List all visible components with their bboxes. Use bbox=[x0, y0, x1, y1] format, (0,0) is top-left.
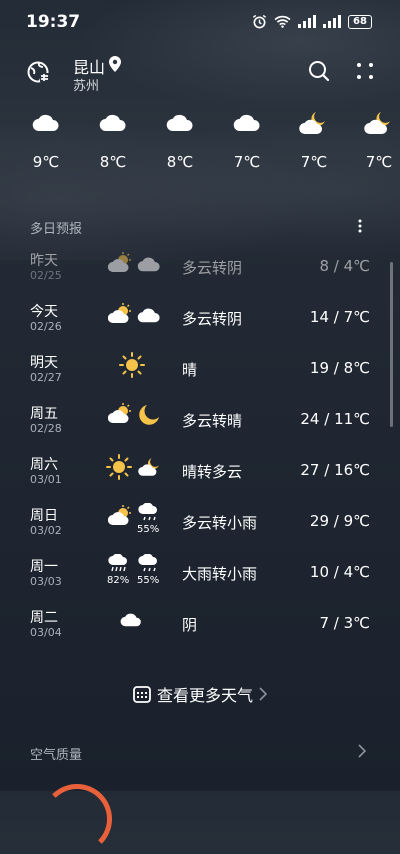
signal-icon bbox=[298, 15, 316, 28]
more-vertical-icon[interactable] bbox=[357, 219, 363, 233]
partly-cloudy-icon bbox=[108, 403, 131, 424]
city-manage-icon[interactable] bbox=[26, 60, 50, 84]
forecast-row[interactable]: 周五 02/28 多云转晴 24 / 11℃ bbox=[0, 403, 400, 454]
forecast-day: 今天 bbox=[30, 304, 58, 320]
forecast-date: 02/26 bbox=[30, 320, 62, 333]
moon-icon bbox=[139, 405, 159, 425]
more-options-icon[interactable] bbox=[356, 62, 374, 80]
region-name: 苏州 bbox=[73, 79, 100, 94]
forecast-date: 02/25 bbox=[30, 269, 62, 282]
partly-cloudy-icon bbox=[108, 252, 131, 273]
forecast-desc: 晴转多云 bbox=[182, 463, 243, 481]
forecast-desc: 多云转阴 bbox=[182, 310, 243, 328]
battery-icon: 68 bbox=[348, 14, 372, 29]
location-pin-icon bbox=[109, 56, 121, 72]
hourly-item: 9℃ bbox=[16, 106, 76, 171]
forecast-date: 03/02 bbox=[30, 524, 62, 537]
calendar-icon bbox=[133, 686, 151, 703]
sunny-icon bbox=[119, 352, 145, 378]
forecast-temp: 27 / 16℃ bbox=[300, 461, 370, 479]
forecast-row[interactable]: 明天 02/27 晴 19 / 8℃ bbox=[0, 352, 400, 403]
cloudy-night-icon bbox=[299, 112, 325, 135]
forecast-temp: 14 / 7℃ bbox=[309, 308, 370, 326]
location-header: 昆山 苏州 bbox=[0, 52, 400, 94]
sunny-icon bbox=[106, 454, 132, 480]
forecast-day: 周一 bbox=[30, 559, 58, 575]
forecast-row[interactable]: 今天 02/26 多云转阴 14 / 7℃ bbox=[0, 301, 400, 352]
forecast-row[interactable]: 周二 03/04 阴 7 / 3℃ bbox=[0, 607, 400, 658]
forecast-desc: 大雨转小雨 bbox=[182, 565, 258, 583]
cloudy-icon bbox=[137, 308, 160, 323]
heavy-rain-icon bbox=[108, 554, 127, 572]
status-bar: 19:37 68 bbox=[0, 0, 400, 44]
forecast-desc: 阴 bbox=[182, 616, 198, 634]
forecast-date: 03/01 bbox=[30, 473, 62, 486]
forecast-desc: 多云转阴 bbox=[182, 259, 243, 277]
forecast-date: 03/04 bbox=[30, 626, 62, 639]
forecast-date: 02/28 bbox=[30, 422, 62, 435]
hourly-item: 7℃ bbox=[284, 106, 344, 171]
hourly-item: 8℃ bbox=[150, 106, 210, 171]
hourly-temp: 8℃ bbox=[166, 153, 194, 171]
cloudy-icon bbox=[166, 114, 193, 132]
rain-probability: 55% bbox=[137, 524, 160, 535]
forecast-day: 周日 bbox=[30, 508, 58, 524]
chevron-right-icon bbox=[259, 687, 267, 701]
hourly-temp: 7℃ bbox=[300, 153, 328, 171]
chevron-right-icon[interactable] bbox=[358, 744, 366, 758]
wifi-icon bbox=[274, 15, 291, 28]
forecast-day: 周六 bbox=[30, 457, 58, 473]
more-weather-label: 查看更多天气 bbox=[156, 686, 253, 705]
hourly-forecast[interactable]: 9℃ 8℃ 8℃ 7℃ 7℃ 7℃ bbox=[0, 106, 400, 176]
cloudy-night-icon bbox=[138, 458, 159, 476]
signal-icon bbox=[323, 15, 341, 28]
forecast-row[interactable]: 周六 03/01 晴转多云 27 / 16℃ bbox=[0, 454, 400, 505]
cloudy-night-icon bbox=[364, 112, 390, 135]
light-rain-icon bbox=[138, 503, 157, 521]
forecast-temp: 10 / 4℃ bbox=[309, 563, 370, 581]
forecast-temp: 7 / 3℃ bbox=[319, 614, 370, 632]
more-weather-button[interactable]: 查看更多天气 bbox=[0, 682, 400, 707]
forecast-desc: 多云转晴 bbox=[182, 412, 243, 430]
hourly-temp: 7℃ bbox=[233, 153, 261, 171]
forecast-day: 昨天 bbox=[30, 253, 58, 269]
hourly-item: 7℃ bbox=[349, 106, 400, 171]
forecast-day: 明天 bbox=[30, 355, 58, 371]
overcast-icon bbox=[120, 613, 141, 627]
forecast-temp: 8 / 4℃ bbox=[319, 257, 370, 275]
cloudy-icon bbox=[233, 114, 260, 132]
search-icon[interactable] bbox=[308, 60, 330, 82]
hourly-temp: 8℃ bbox=[99, 153, 127, 171]
forecast-temp: 24 / 11℃ bbox=[300, 410, 370, 428]
cloudy-icon bbox=[99, 114, 126, 132]
cloudy-icon bbox=[137, 257, 160, 272]
forecast-desc: 多云转小雨 bbox=[182, 514, 258, 532]
forecast-temp: 19 / 8℃ bbox=[309, 359, 370, 377]
air-quality-gauge bbox=[42, 784, 112, 854]
cloudy-icon bbox=[32, 114, 59, 132]
status-time: 19:37 bbox=[26, 12, 81, 32]
forecast-day: 周五 bbox=[30, 406, 58, 422]
alarm-icon bbox=[252, 14, 267, 29]
hourly-temp: 7℃ bbox=[365, 153, 393, 171]
forecast-title: 多日预报 bbox=[30, 222, 83, 237]
scrollbar[interactable] bbox=[390, 262, 393, 427]
air-quality-title: 空气质量 bbox=[30, 748, 83, 763]
partly-cloudy-icon bbox=[108, 505, 131, 526]
forecast-date: 03/03 bbox=[30, 575, 62, 588]
forecast-day: 周二 bbox=[30, 610, 58, 626]
forecast-row[interactable]: 周日 03/02 55% 多云转小雨 29 / 9℃ bbox=[0, 503, 400, 556]
hourly-temp: 9℃ bbox=[32, 153, 60, 171]
hourly-item: 8℃ bbox=[83, 106, 143, 171]
forecast-desc: 晴 bbox=[182, 361, 198, 379]
forecast-temp: 29 / 9℃ bbox=[309, 512, 370, 530]
rain-probability: 82% bbox=[107, 575, 130, 586]
light-rain-icon bbox=[138, 554, 157, 572]
rain-probability: 55% bbox=[137, 575, 160, 586]
forecast-date: 02/27 bbox=[30, 371, 62, 384]
forecast-row[interactable]: 周一 03/03 82% 55% 大雨转小雨 10 / 4℃ bbox=[0, 554, 400, 607]
partly-cloudy-icon bbox=[108, 303, 131, 324]
hourly-item: 7℃ bbox=[217, 106, 277, 171]
forecast-row[interactable]: 昨天 02/25 多云转阴 8 / 4℃ bbox=[0, 250, 400, 301]
